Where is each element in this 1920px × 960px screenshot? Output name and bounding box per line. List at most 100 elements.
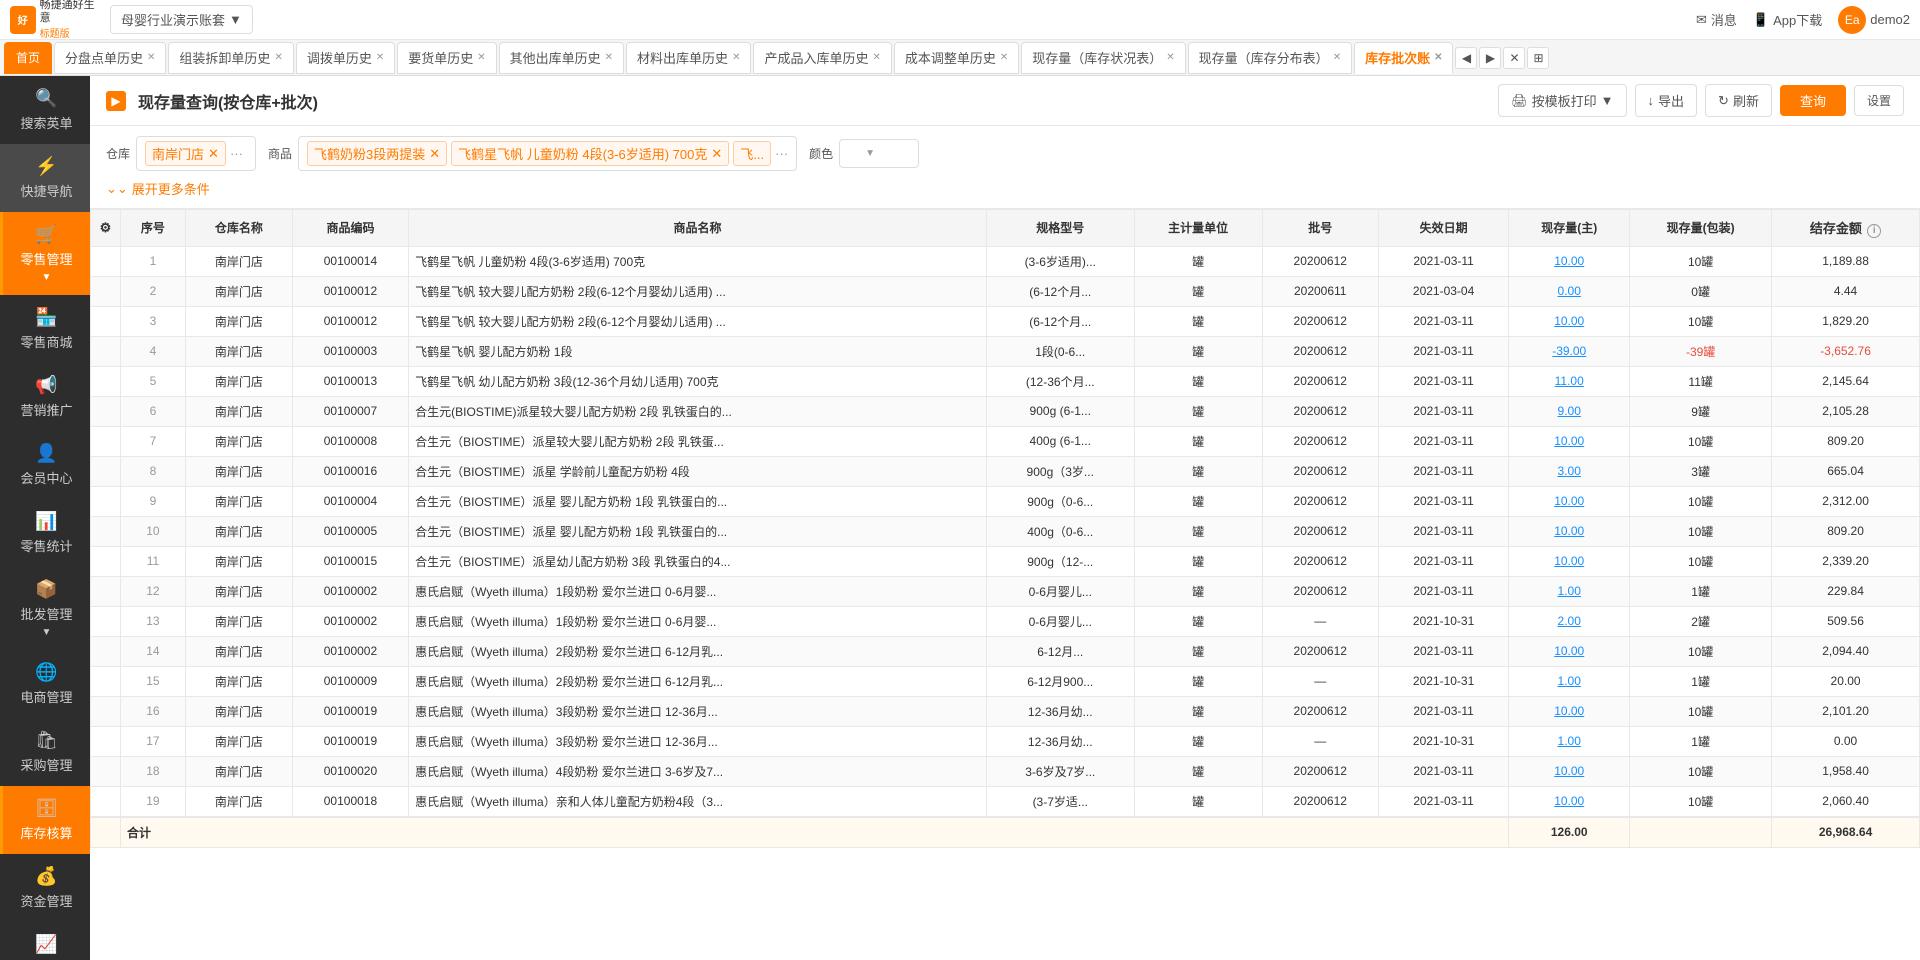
cell-warehouse: 南岸门店 — [185, 336, 292, 366]
template-print-btn[interactable]: 🖨 按模板打印 ▼ — [1498, 84, 1626, 117]
cell-unit: 罐 — [1134, 786, 1262, 817]
cell-warehouse: 南岸门店 — [185, 306, 292, 336]
goods-more-icon[interactable]: ··· — [775, 146, 788, 161]
tab-8-close[interactable]: ✕ — [1000, 52, 1008, 63]
sidebar-item-search[interactable]: 🔍 搜索英单 — [0, 76, 90, 144]
tab-2[interactable]: 组装拆卸单历史 ✕ — [168, 42, 293, 74]
tab-9-close[interactable]: ✕ — [1166, 52, 1174, 63]
cell-stock-main[interactable]: 2.00 — [1509, 606, 1630, 636]
tab-7-close[interactable]: ✕ — [872, 52, 880, 63]
tab-4[interactable]: 要货单历史 ✕ — [397, 42, 496, 74]
cell-stock-main[interactable]: 10.00 — [1509, 426, 1630, 456]
color-input[interactable]: ▼ — [839, 139, 919, 168]
tab-6-close[interactable]: ✕ — [732, 52, 740, 63]
cell-code: 00100002 — [292, 636, 408, 666]
balance-info-icon[interactable]: i — [1867, 224, 1881, 238]
cell-stock-main[interactable]: 10.00 — [1509, 636, 1630, 666]
warehouse-tag-close[interactable]: ✕ — [208, 146, 219, 162]
tab-1[interactable]: 分盘点单历史 ✕ — [54, 42, 166, 74]
cell-settings — [91, 576, 121, 606]
cell-unit: 罐 — [1134, 426, 1262, 456]
tab-11-label: 库存批次账 — [1365, 48, 1430, 67]
sidebar-item-finance[interactable]: 💰 资金管理 — [0, 854, 90, 922]
tab-3[interactable]: 调拨单历史 ✕ — [296, 42, 395, 74]
cell-stock-main[interactable]: 9.00 — [1509, 396, 1630, 426]
tab-10-close[interactable]: ✕ — [1333, 52, 1341, 63]
sidebar-item-retail-stats[interactable]: 📊 零售统计 — [0, 499, 90, 567]
tab-next-btn[interactable]: ▶ — [1479, 47, 1501, 69]
tab-10[interactable]: 现存量（库存分布表） ✕ — [1188, 42, 1352, 74]
sidebar-item-quicknav[interactable]: ⚡ 快捷导航 — [0, 144, 90, 212]
cell-stock-main[interactable]: 0.00 — [1509, 276, 1630, 306]
sidebar-item-member[interactable]: 👤 会员中心 — [0, 431, 90, 499]
tab-5-close[interactable]: ✕ — [605, 52, 613, 63]
cell-num: 12 — [121, 576, 186, 606]
tab-home[interactable]: 首页 — [4, 42, 52, 74]
cell-stock-main[interactable]: 1.00 — [1509, 726, 1630, 756]
warehouse-more-icon[interactable]: ··· — [230, 146, 243, 161]
cell-stock-main[interactable]: -39.00 — [1509, 336, 1630, 366]
tab-1-close[interactable]: ✕ — [147, 52, 155, 63]
sidebar-item-wholesale[interactable]: 📦 批发管理 ▼ — [0, 567, 90, 650]
cell-stock-main[interactable]: 10.00 — [1509, 696, 1630, 726]
cell-stock-main[interactable]: 11.00 — [1509, 366, 1630, 396]
col-header-settings[interactable]: ⚙ — [91, 210, 121, 247]
cell-stock-main[interactable]: 10.00 — [1509, 306, 1630, 336]
app-download-btn[interactable]: 📱 App下载 — [1753, 10, 1822, 29]
tab-8[interactable]: 成本调整单历史 ✕ — [894, 42, 1019, 74]
tab-4-close[interactable]: ✕ — [477, 52, 485, 63]
cell-stock-main[interactable]: 10.00 — [1509, 516, 1630, 546]
goods-tag-1-close[interactable]: ✕ — [429, 146, 440, 162]
sidebar-item-ecommerce[interactable]: 🌐 电商管理 — [0, 650, 90, 718]
tab-5[interactable]: 其他出库单历史 ✕ — [499, 42, 624, 74]
user-area[interactable]: Ea demo2 — [1838, 6, 1910, 34]
query-btn[interactable]: 查询 — [1780, 85, 1846, 116]
cell-stock-main[interactable]: 10.00 — [1509, 756, 1630, 786]
cell-stock-pkg: -39罐 — [1630, 336, 1772, 366]
tab-more-btn[interactable]: ⊞ — [1527, 47, 1549, 69]
sidebar-item-ops[interactable]: 📈 经营管理 — [0, 922, 90, 960]
cell-stock-main[interactable]: 3.00 — [1509, 456, 1630, 486]
message-btn[interactable]: ✉ 消息 — [1696, 10, 1737, 29]
tab-9[interactable]: 现存量（库存状况表） ✕ — [1021, 42, 1185, 74]
sidebar-label-retail-stats: 零售统计 — [20, 536, 72, 555]
tab-close-all-btn[interactable]: ✕ — [1503, 47, 1525, 69]
tab-3-close[interactable]: ✕ — [376, 52, 384, 63]
tab-7[interactable]: 产成品入库单历史 ✕ — [753, 42, 891, 74]
sidebar-item-purchase[interactable]: 🛍 采购管理 — [0, 718, 90, 786]
account-selector[interactable]: 母婴行业演示账套 ▼ — [110, 5, 253, 34]
sidebar-item-retail[interactable]: 🛒 零售管理 ▼ — [0, 212, 90, 295]
cell-stock-main[interactable]: 10.00 — [1509, 246, 1630, 276]
expand-conditions-btn[interactable]: ⌄⌄ 展开更多条件 — [106, 179, 1904, 198]
sidebar-item-inventory[interactable]: 🗄 库存核算 — [0, 786, 90, 854]
cell-batch: 20200612 — [1262, 456, 1378, 486]
goods-tag-2-close[interactable]: ✕ — [711, 146, 722, 162]
settings-btn[interactable]: 设置 — [1854, 85, 1904, 116]
tab-6[interactable]: 材料出库单历史 ✕ — [626, 42, 751, 74]
cell-spec: (6-12个月... — [986, 306, 1134, 336]
goods-input[interactable]: 飞鹤奶粉3段两提装 ✕ 飞鹤星飞帆 儿童奶粉 4段(3-6岁适用) 700克 ✕… — [298, 136, 797, 171]
cell-stock-main[interactable]: 10.00 — [1509, 546, 1630, 576]
cell-stock-main[interactable]: 10.00 — [1509, 486, 1630, 516]
tab-11[interactable]: 库存批次账 ✕ — [1354, 42, 1453, 74]
tab-2-close[interactable]: ✕ — [274, 52, 282, 63]
tab-11-close[interactable]: ✕ — [1434, 52, 1442, 63]
cell-spec: 1段(0-6... — [986, 336, 1134, 366]
warehouse-label: 仓库 — [106, 145, 130, 162]
logo-sub: 标题版 — [40, 25, 100, 40]
cell-warehouse: 南岸门店 — [185, 276, 292, 306]
cell-num: 9 — [121, 486, 186, 516]
col-header-batch: 批号 — [1262, 210, 1378, 247]
sidebar-item-marketing[interactable]: 📢 营销推广 — [0, 363, 90, 431]
cell-balance: 1,958.40 — [1772, 756, 1920, 786]
export-btn[interactable]: ↓ 导出 — [1635, 84, 1698, 117]
collapse-btn[interactable]: ▶ — [106, 91, 126, 111]
cell-stock-main[interactable]: 1.00 — [1509, 666, 1630, 696]
warehouse-input[interactable]: 南岸门店 ✕ ··· — [136, 136, 256, 171]
cell-stock-main[interactable]: 10.00 — [1509, 786, 1630, 817]
tab-prev-btn[interactable]: ◀ — [1455, 47, 1477, 69]
refresh-btn[interactable]: ↻ 刷新 — [1705, 84, 1772, 117]
ops-icon: 📈 — [35, 934, 57, 955]
cell-stock-main[interactable]: 1.00 — [1509, 576, 1630, 606]
sidebar-item-retail-shop[interactable]: 🏪 零售商城 — [0, 295, 90, 363]
